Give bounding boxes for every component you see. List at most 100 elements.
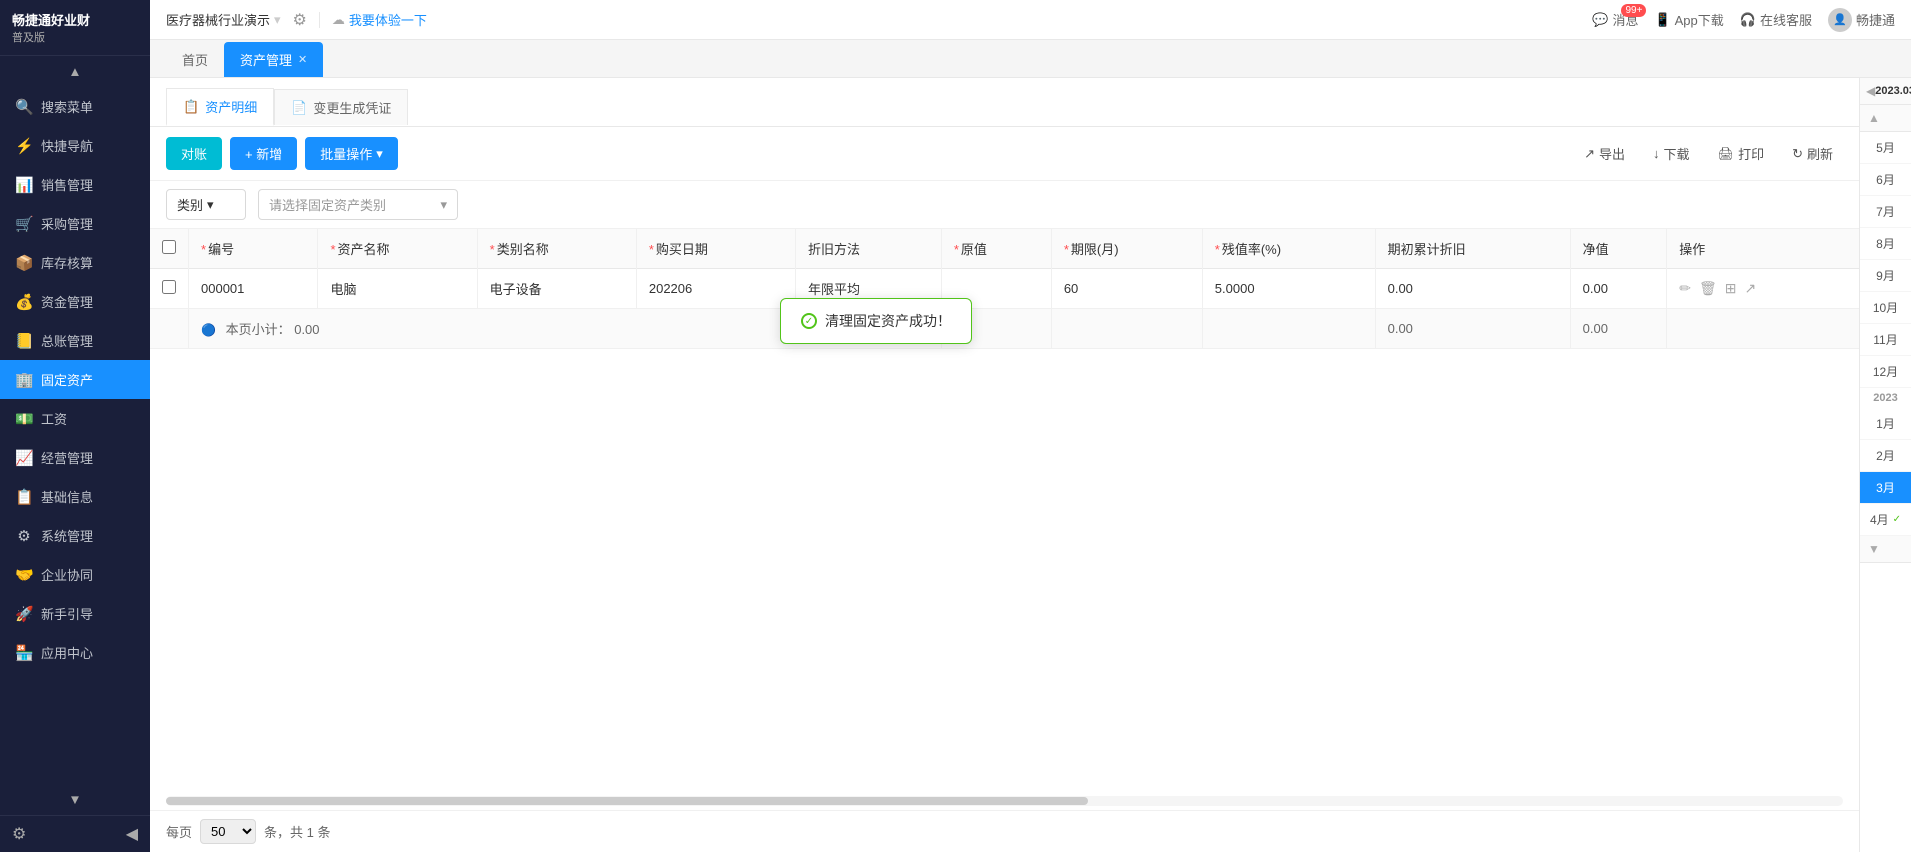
download-button[interactable]: ↓ 下载	[1643, 138, 1700, 169]
sidebar-item-system[interactable]: ⚙ 系统管理	[0, 516, 150, 555]
sidebar-item-quicknav[interactable]: ⚡ 快捷导航	[0, 126, 150, 165]
sidebar-item-label: 总账管理	[41, 331, 93, 350]
month-7[interactable]: 7月	[1860, 196, 1911, 228]
month-4-check-icon: ✓	[1893, 514, 1901, 525]
sidebar-item-guide[interactable]: 🚀 新手引导	[0, 594, 150, 633]
cell-name: 电脑	[318, 269, 477, 309]
month-12[interactable]: 12月	[1860, 356, 1911, 388]
row-checkbox[interactable]	[162, 280, 176, 294]
sidebar-item-basic-info[interactable]: 📋 基础信息	[0, 477, 150, 516]
refresh-button[interactable]: ↻ 刷新	[1782, 138, 1843, 169]
customer-service-btn[interactable]: 🎧 在线客服	[1740, 10, 1812, 29]
reconcile-button[interactable]: 对账	[166, 137, 222, 170]
sidebar-item-ledger[interactable]: 📒 总账管理	[0, 321, 150, 360]
message-count: 99+	[1621, 4, 1646, 17]
sidebar-item-label: 采购管理	[41, 214, 93, 233]
content-area: 📋 资产明细 📄 变更生成凭证 对账 + 新增 批量操作 ▾	[150, 78, 1911, 852]
month-9[interactable]: 9月	[1860, 260, 1911, 292]
asset-detail-icon: 📋	[183, 99, 199, 115]
sidebar-menu: 🔍 搜索菜单 ⚡ 快捷导航 📊 销售管理 🛒 采购管理 📦 库存核算 💰 资金管…	[0, 87, 150, 784]
sidebar-item-search[interactable]: 🔍 搜索菜单	[0, 87, 150, 126]
month-10[interactable]: 10月	[1860, 292, 1911, 324]
category-label: 类别	[177, 195, 203, 214]
settings-gear-icon[interactable]: ⚙	[293, 10, 307, 30]
month-11[interactable]: 11月	[1860, 324, 1911, 356]
experience-text[interactable]: 我要体验一下	[349, 10, 427, 29]
inventory-icon: 📦	[15, 254, 33, 272]
action-icons: ✏ 🗑 ⊞ ↗	[1679, 280, 1847, 297]
user-menu[interactable]: 👤 畅捷通	[1828, 8, 1895, 32]
tab-asset-management[interactable]: 资产管理 ✕	[224, 42, 323, 77]
month-4[interactable]: 4月 ✓	[1860, 504, 1911, 536]
main-content: 📋 资产明细 📄 变更生成凭证 对账 + 新增 批量操作 ▾	[150, 78, 1859, 852]
topbar: 医疗器械行业演示 ▾ ⚙ ☁ 我要体验一下 💬 消息 99+ 📱 App下载 🎧…	[150, 0, 1911, 40]
sidebar-item-fixed-assets[interactable]: 🏢 固定资产	[0, 360, 150, 399]
required-star: *	[201, 242, 206, 257]
month-6[interactable]: 6月	[1860, 164, 1911, 196]
sidebar-item-purchase[interactable]: 🛒 采购管理	[0, 204, 150, 243]
cell-action: ✏ 🗑 ⊞ ↗	[1667, 269, 1859, 309]
month-5[interactable]: 5月	[1860, 132, 1911, 164]
panel-collapse-icon[interactable]: ◀	[1866, 84, 1875, 98]
year-up-icon[interactable]: ▲	[1864, 109, 1884, 127]
collapse-sidebar-icon[interactable]: ◀	[126, 824, 138, 844]
required-star: *	[954, 242, 959, 257]
sidebar-item-salary[interactable]: 💵 工资	[0, 399, 150, 438]
sidebar-item-label: 固定资产	[41, 370, 93, 389]
sidebar-scroll-up[interactable]: ▲	[0, 60, 150, 83]
sidebar-item-operation[interactable]: 📈 经营管理	[0, 438, 150, 477]
category-value-select[interactable]: 请选择固定资产类别 ▾	[258, 189, 458, 220]
month-3-current[interactable]: 3月	[1860, 472, 1911, 504]
tab-close-icon[interactable]: ✕	[298, 53, 307, 66]
category-select[interactable]: 类别 ▾	[166, 189, 246, 220]
year-down-icon[interactable]: ▼	[1864, 540, 1884, 558]
month-1[interactable]: 1月	[1860, 408, 1911, 440]
topbar-right: 💬 消息 99+ 📱 App下载 🎧 在线客服 👤 畅捷通	[1592, 8, 1895, 32]
success-toast: ✓ 清理固定资产成功！	[780, 298, 972, 344]
main-area: 医疗器械行业演示 ▾ ⚙ ☁ 我要体验一下 💬 消息 99+ 📱 App下载 🎧…	[150, 0, 1911, 852]
tab-bar: 首页 资产管理 ✕	[150, 40, 1911, 78]
sidebar-item-sales[interactable]: 📊 销售管理	[0, 165, 150, 204]
col-code: *编号	[189, 229, 318, 269]
more-icon[interactable]: ↗	[1745, 280, 1757, 297]
print-button[interactable]: 🖨 打印	[1708, 138, 1775, 169]
per-page-select[interactable]: 20 50 100	[200, 819, 256, 844]
asset-table-container: *编号 *资产名称 *类别名称 *购买日期 折旧方法	[150, 229, 1859, 796]
month-8[interactable]: 8月	[1860, 228, 1911, 260]
print-label: 打印	[1738, 144, 1764, 163]
new-button[interactable]: + 新增	[230, 137, 297, 170]
required-star: *	[330, 242, 335, 257]
category-value-chevron: ▾	[440, 197, 447, 213]
cell-initial-accumulated: 0.00	[1375, 269, 1570, 309]
sub-tab-asset-detail[interactable]: 📋 资产明细	[166, 88, 274, 126]
category-placeholder: 请选择固定资产类别	[269, 195, 386, 214]
settings-icon[interactable]: ⚙	[12, 824, 26, 844]
total-text: 条，共 1 条	[264, 822, 330, 841]
batch-chevron-icon: ▾	[376, 146, 383, 162]
cell-period: 60	[1051, 269, 1202, 309]
required-star: *	[490, 242, 495, 257]
message-badge[interactable]: 💬 消息 99+	[1592, 10, 1638, 29]
sidebar-item-label: 系统管理	[41, 526, 93, 545]
copy-icon[interactable]: ⊞	[1725, 280, 1737, 297]
delete-icon[interactable]: 🗑	[1699, 280, 1717, 297]
sidebar-item-collab[interactable]: 🤝 企业协同	[0, 555, 150, 594]
sidebar-scroll-down[interactable]: ▼	[0, 788, 150, 811]
horizontal-scrollbar[interactable]	[166, 796, 1843, 806]
ledger-icon: 📒	[15, 332, 33, 350]
export-button[interactable]: ↗ 导出	[1574, 138, 1635, 169]
sidebar-item-app-center[interactable]: 🏪 应用中心	[0, 633, 150, 672]
sidebar-item-inventory[interactable]: 📦 库存核算	[0, 243, 150, 282]
app-download-btn[interactable]: 📱 App下载	[1654, 10, 1723, 29]
edit-icon[interactable]: ✏	[1679, 280, 1691, 297]
asset-detail-label: 资产明细	[205, 97, 257, 116]
month-2[interactable]: 2月	[1860, 440, 1911, 472]
select-all-checkbox[interactable]	[162, 240, 176, 254]
sidebar-item-finance[interactable]: 💰 资金管理	[0, 282, 150, 321]
scrollbar-thumb[interactable]	[166, 797, 1088, 805]
tab-home[interactable]: 首页	[166, 42, 224, 77]
batch-button[interactable]: 批量操作 ▾	[305, 137, 398, 170]
sidebar-item-label: 资金管理	[41, 292, 93, 311]
cell-category: 电子设备	[477, 269, 636, 309]
sub-tab-voucher[interactable]: 📄 变更生成凭证	[274, 89, 408, 125]
